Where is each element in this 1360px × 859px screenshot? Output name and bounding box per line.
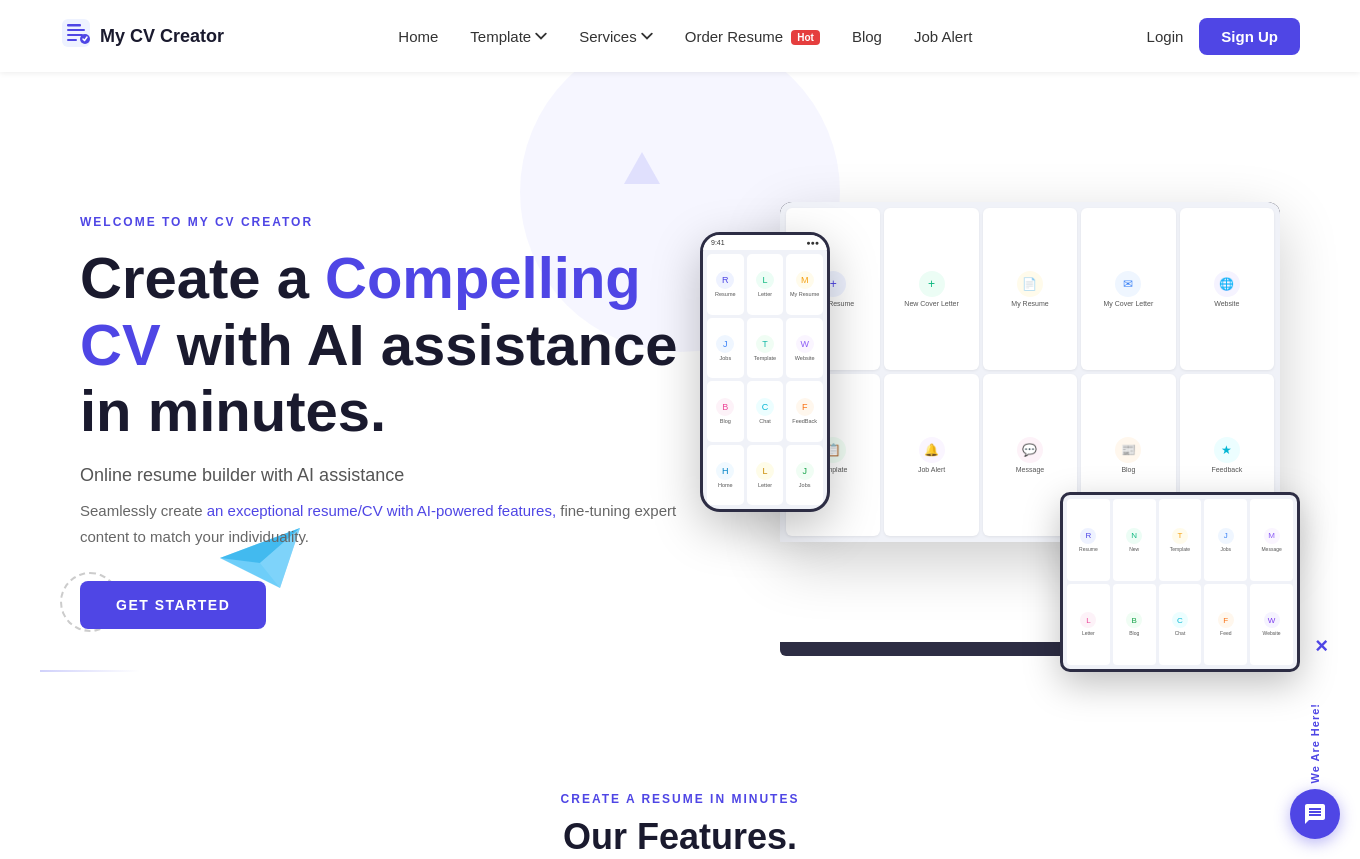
phone-screen: 9:41 ●●● R Resume L Letter M <box>703 235 827 509</box>
cell-icon: 💬 <box>1017 437 1043 463</box>
chevron-down-icon-2 <box>641 30 653 42</box>
hero-right-content: + New Resume + New Cover Letter 📄 My Res… <box>680 172 1280 672</box>
laptop-mockup: + New Resume + New Cover Letter 📄 My Res… <box>780 202 1280 542</box>
nav-links: Home Template Services Order Resume Hot … <box>398 28 972 45</box>
deco-triangle <box>624 152 660 184</box>
nav-order-resume[interactable]: Order Resume Hot <box>685 28 820 45</box>
phone-cell: T Template <box>747 318 784 379</box>
tablet-cell: J Jobs <box>1204 499 1247 581</box>
cell-icon: 📄 <box>1017 271 1043 297</box>
tablet-cell: F Feed <box>1204 584 1247 666</box>
cell-icon: + <box>919 271 945 297</box>
chat-bubble-button[interactable] <box>1290 789 1340 839</box>
login-button[interactable]: Login <box>1147 28 1184 45</box>
tablet-cell: T Template <box>1159 499 1202 581</box>
close-button[interactable]: × <box>1315 633 1328 659</box>
phone-cell: C Chat <box>747 381 784 442</box>
laptop-cell: 📄 My Resume <box>983 208 1077 370</box>
hot-badge: Hot <box>791 30 820 45</box>
tablet-cell: C Chat <box>1159 584 1202 666</box>
hero-title-part1: Create a <box>80 245 325 310</box>
phone-cell: J Jobs <box>707 318 744 379</box>
hero-left-content: WELCOME TO MY CV CREATOR Create a Compel… <box>80 215 680 629</box>
phone-content: R Resume L Letter M My Resume J <box>703 250 827 509</box>
phone-cell: F FeedBack <box>786 381 823 442</box>
phone-cell: H Home <box>707 445 744 506</box>
chat-icon <box>1303 802 1327 826</box>
phone-mockup: 9:41 ●●● R Resume L Letter M <box>700 232 830 512</box>
hero-subtitle: Online resume builder with AI assistance <box>80 465 680 486</box>
hero-title: Create a Compelling CV with AI assistanc… <box>80 245 680 445</box>
laptop-cell: + New Cover Letter <box>884 208 978 370</box>
chat-widget: We Are Here! <box>1290 703 1340 839</box>
phone-topbar: 9:41 ●●● <box>703 235 827 250</box>
nav-services[interactable]: Services <box>579 28 653 45</box>
svg-rect-2 <box>67 29 85 31</box>
cell-icon: ★ <box>1214 437 1240 463</box>
tablet-cell: R Resume <box>1067 499 1110 581</box>
logo-text: My CV Creator <box>100 26 224 47</box>
we-are-here-label: We Are Here! <box>1309 703 1321 783</box>
navbar: My CV Creator Home Template Services Ord… <box>0 0 1360 72</box>
nav-home[interactable]: Home <box>398 28 438 45</box>
tablet-cell: M Message <box>1250 499 1293 581</box>
features-section-label: CREATE A RESUME IN MINUTES <box>20 792 1340 806</box>
get-started-button[interactable]: GET STARTED <box>80 581 266 629</box>
cell-icon: 🌐 <box>1214 271 1240 297</box>
nav-actions: Login Sign Up <box>1147 18 1300 55</box>
features-section-hint: CREATE A RESUME IN MINUTES Our Features. <box>0 752 1360 858</box>
hero-desc-link[interactable]: an exceptional resume/CV with AI-powered… <box>207 502 556 519</box>
nav-job-alert[interactable]: Job Alert <box>914 28 972 45</box>
tablet-mockup: R Resume N New T Template J Jobs <box>1060 492 1300 672</box>
hero-title-part2: with AI assistance in minutes. <box>80 312 677 444</box>
phone-cell: W Website <box>786 318 823 379</box>
features-section-title: Our Features. <box>20 816 1340 858</box>
svg-rect-1 <box>67 24 81 27</box>
nav-blog[interactable]: Blog <box>852 28 882 45</box>
mockup-container: + New Resume + New Cover Letter 📄 My Res… <box>700 202 1280 642</box>
hero-description: Seamlessly create an exceptional resume/… <box>80 498 680 549</box>
tablet-cell: N New <box>1113 499 1156 581</box>
logo-icon <box>60 17 92 56</box>
phone-cell: B Blog <box>707 381 744 442</box>
phone-cell: L Letter <box>747 254 784 315</box>
laptop-cell: ✉ My Cover Letter <box>1081 208 1175 370</box>
cell-icon: 📰 <box>1115 437 1141 463</box>
phone-cell: R Resume <box>707 254 744 315</box>
hero-desc-prefix: Seamlessly create <box>80 502 207 519</box>
hero-section: WELCOME TO MY CV CREATOR Create a Compel… <box>0 72 1360 752</box>
laptop-cell: 🌐 Website <box>1180 208 1274 370</box>
logo[interactable]: My CV Creator <box>60 17 224 56</box>
chevron-down-icon <box>535 30 547 42</box>
tablet-cell: W Website <box>1250 584 1293 666</box>
tablet-screen: R Resume N New T Template J Jobs <box>1063 495 1297 669</box>
signup-button[interactable]: Sign Up <box>1199 18 1300 55</box>
hero-welcome-label: WELCOME TO MY CV CREATOR <box>80 215 680 229</box>
tablet-cell: B Blog <box>1113 584 1156 666</box>
laptop-cell: 🔔 Job Alert <box>884 374 978 536</box>
deco-line <box>40 670 140 672</box>
phone-cell: M My Resume <box>786 254 823 315</box>
svg-rect-3 <box>67 34 83 36</box>
phone-cell: J Jobs <box>786 445 823 506</box>
laptop-screen: + New Resume + New Cover Letter 📄 My Res… <box>780 202 1280 542</box>
nav-template[interactable]: Template <box>470 28 547 45</box>
tablet-cell: L Letter <box>1067 584 1110 666</box>
phone-cell: L Letter <box>747 445 784 506</box>
svg-rect-4 <box>67 39 77 41</box>
cell-icon: 🔔 <box>919 437 945 463</box>
cell-icon: ✉ <box>1115 271 1141 297</box>
